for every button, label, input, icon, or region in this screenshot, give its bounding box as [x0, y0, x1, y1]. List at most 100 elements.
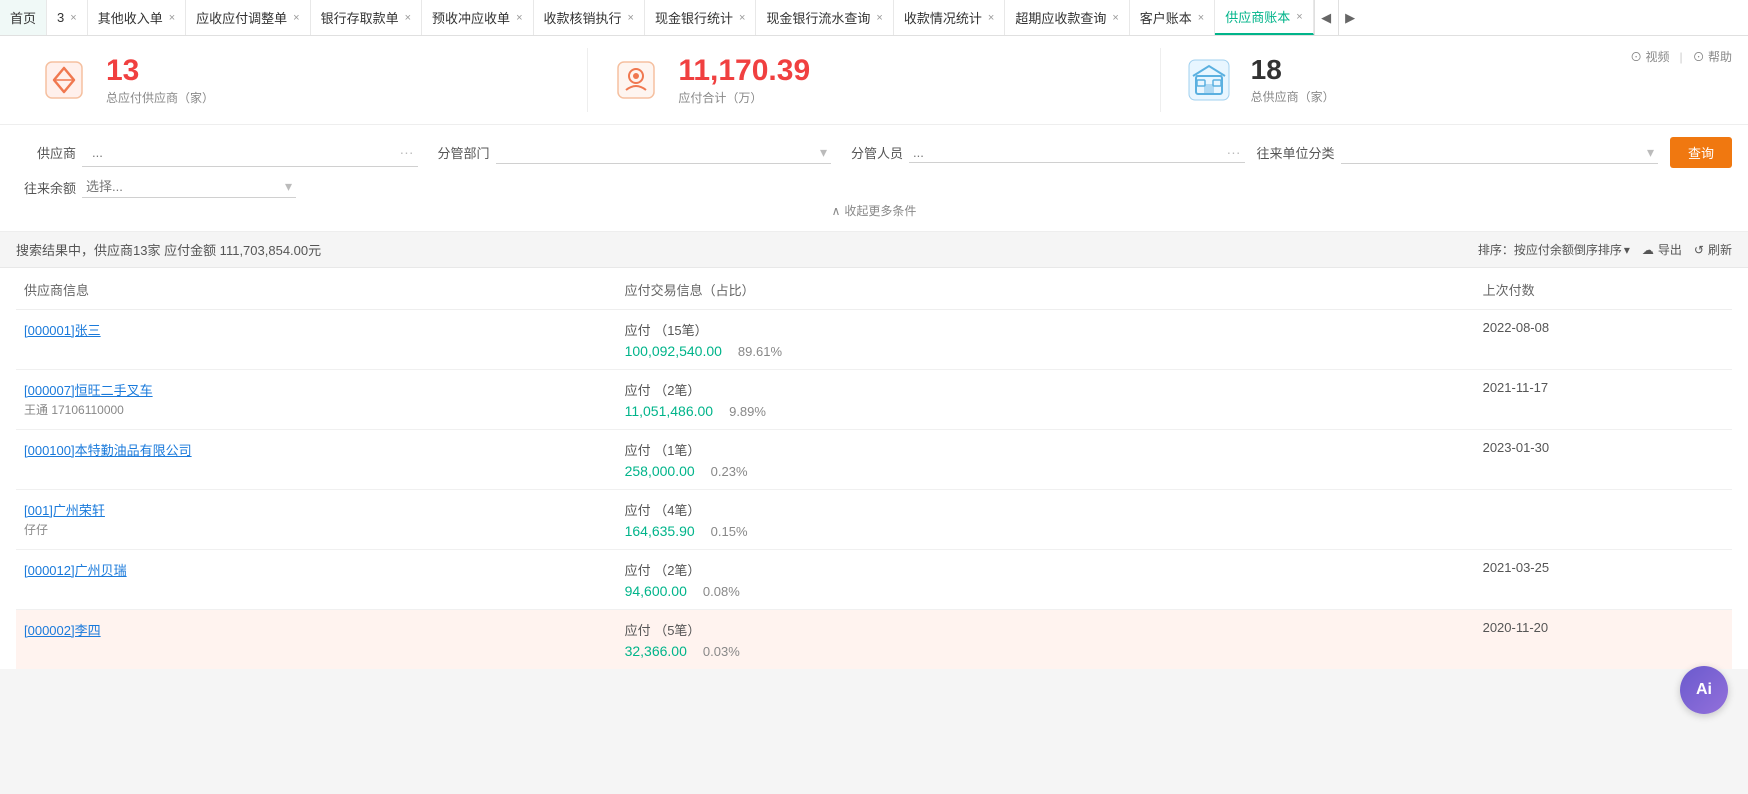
- nav-receipt-stats-label: 收款情况统计: [904, 8, 982, 27]
- chevron-down-icon-balance[interactable]: ▾: [285, 178, 292, 195]
- nav-advance-ar-label: 预收冲应收单: [432, 8, 510, 27]
- nav-item-home[interactable]: 首页: [0, 0, 47, 35]
- filter-balance-input-wrapper[interactable]: ▾: [82, 176, 296, 198]
- summary-number-payable-suppliers: 13: [106, 54, 214, 87]
- nav-item-supplier-ledger[interactable]: 供应商账本 ×: [1215, 0, 1313, 35]
- supplier-name-link-2[interactable]: [000100]本特勤油品有限公司: [24, 443, 192, 458]
- supplier-name-link-3[interactable]: [001]广州荣轩: [24, 503, 105, 518]
- nav-arrow-left[interactable]: ◀: [1314, 0, 1338, 36]
- supplier-name-link-1[interactable]: [000007]恒旺二手叉车: [24, 383, 153, 398]
- nav-advance-ar-close[interactable]: ×: [516, 12, 522, 24]
- supplier-name-link-4[interactable]: [000012]广州贝瑞: [24, 563, 127, 578]
- txn-amount-3[interactable]: 164,635.90: [625, 523, 695, 539]
- nav-item-receipt-stats[interactable]: 收款情况统计 ×: [894, 0, 1005, 35]
- supplier-name-link-0[interactable]: [000001]张三: [24, 323, 101, 338]
- filter-category-input-wrapper[interactable]: ▾: [1341, 142, 1658, 164]
- last-payment-date-1: 2021-11-17: [1483, 380, 1549, 395]
- nav-item-other-income[interactable]: 其他收入单 ×: [88, 0, 186, 35]
- nav-other-income-close[interactable]: ×: [169, 12, 175, 24]
- table-cell-supplier-0: [000001]张三: [16, 310, 617, 370]
- nav-item-customer-ledger[interactable]: 客户账本 ×: [1130, 0, 1215, 35]
- summary-icon-diamond: [36, 52, 92, 108]
- nav-tab3-label: 3: [57, 10, 64, 25]
- nav-bank-deposit-label: 银行存取款单: [321, 8, 399, 27]
- nav-receipt-stats-close[interactable]: ×: [988, 12, 994, 24]
- filter-balance-select[interactable]: [86, 179, 285, 194]
- nav-cash-stats-label: 现金银行统计: [655, 8, 733, 27]
- nav-cash-stats-close[interactable]: ×: [739, 12, 745, 24]
- refresh-link[interactable]: ↺ 刷新: [1694, 241, 1732, 258]
- table-cell-supplier-5: [000002]李四: [16, 610, 617, 670]
- nav-item-ar-ap-adj[interactable]: 应收应付调整单 ×: [186, 0, 310, 35]
- table-cell-transaction-5: 应付 （5笔）32,366.000.03%: [617, 610, 1475, 670]
- sort-label: 排序：按应付余额倒序排序: [1478, 241, 1622, 258]
- txn-count-4: 应付 （2笔）: [625, 560, 1467, 579]
- ai-button[interactable]: Ai: [1680, 666, 1728, 714]
- summary-bar: 13 总应付供应商（家） 11,170.39 应付合计（万）: [0, 36, 1748, 125]
- sort-link[interactable]: 排序：按应付余额倒序排序 ▾: [1478, 241, 1630, 258]
- search-button[interactable]: 查询: [1670, 137, 1732, 168]
- filter-person-input-wrapper[interactable]: ···: [909, 142, 1245, 163]
- collapse-label: 收起更多条件: [844, 202, 916, 219]
- th-transaction-info-label: 应付交易信息（占比）: [625, 283, 755, 298]
- filter-supplier-dots-icon[interactable]: ···: [400, 144, 414, 160]
- chevron-down-icon-category[interactable]: ▾: [1647, 144, 1654, 161]
- nav-item-receipt-verify[interactable]: 收款核销执行 ×: [534, 0, 645, 35]
- nav-item-tab3[interactable]: 3 ×: [47, 0, 88, 35]
- txn-amount-2[interactable]: 258,000.00: [625, 463, 695, 479]
- summary-help: ⊙ 视频 | ⊙ 帮助: [1630, 48, 1732, 65]
- nav-item-cash-stats[interactable]: 现金银行统计 ×: [645, 0, 756, 35]
- table-cell-date-1: 2021-11-17: [1475, 370, 1732, 430]
- nav-item-cash-flow[interactable]: 现金银行流水查询 ×: [756, 0, 893, 35]
- nav-arrow-right[interactable]: ▶: [1338, 0, 1362, 36]
- nav-ar-ap-adj-label: 应收应付调整单: [196, 8, 287, 27]
- export-link[interactable]: ☁ 导出: [1642, 241, 1682, 258]
- nav-bank-deposit-close[interactable]: ×: [405, 12, 411, 24]
- filter-category-input[interactable]: [1345, 145, 1647, 160]
- th-last-payment: 上次付数: [1475, 268, 1732, 310]
- export-icon: ☁: [1642, 243, 1654, 257]
- filter-supplier-input-wrapper[interactable]: ···: [82, 139, 418, 167]
- help-icon: ⊙: [1693, 50, 1705, 64]
- help-label: 帮助: [1708, 50, 1732, 64]
- table-cell-date-4: 2021-03-25: [1475, 550, 1732, 610]
- txn-pct-1: 9.89%: [729, 404, 766, 419]
- nav-item-bank-deposit[interactable]: 银行存取款单 ×: [311, 0, 422, 35]
- table-row: [000001]张三应付 （15笔）100,092,540.0089.61%20…: [16, 310, 1732, 370]
- filter-person-dots-icon[interactable]: ···: [1227, 144, 1241, 160]
- nav-supplier-ledger-close[interactable]: ×: [1296, 11, 1302, 23]
- filter-row-2: 往来余额 ▾: [16, 176, 1732, 198]
- nav-customer-ledger-close[interactable]: ×: [1198, 12, 1204, 24]
- filter-person-input[interactable]: [913, 145, 1227, 160]
- filter-dept-input[interactable]: [500, 145, 820, 160]
- filter-item-dept: 分管部门 ▾: [430, 142, 832, 164]
- chevron-down-icon-dept[interactable]: ▾: [820, 144, 827, 161]
- help-video-link[interactable]: ⊙ 视频: [1630, 48, 1669, 65]
- filter-supplier-input[interactable]: [86, 141, 400, 164]
- txn-pct-2: 0.23%: [711, 464, 748, 479]
- help-link[interactable]: ⊙ 帮助: [1693, 48, 1732, 65]
- txn-amount-4[interactable]: 94,600.00: [625, 583, 687, 599]
- table-cell-transaction-0: 应付 （15笔）100,092,540.0089.61%: [617, 310, 1475, 370]
- video-label: 视频: [1645, 50, 1669, 64]
- nav-receipt-verify-close[interactable]: ×: [628, 12, 634, 24]
- nav-item-advance-ar[interactable]: 预收冲应收单 ×: [422, 0, 533, 35]
- nav-tab3-close[interactable]: ×: [70, 12, 76, 24]
- txn-amount-5[interactable]: 32,366.00: [625, 643, 687, 659]
- txn-amount-0[interactable]: 100,092,540.00: [625, 343, 722, 359]
- filter-label-balance: 往来余额: [16, 178, 76, 197]
- supplier-table: 供应商信息 应付交易信息（占比） 上次付数 [000001]张三 应付 （15笔）…: [16, 268, 1732, 669]
- table-header-row: 供应商信息 应付交易信息（占比） 上次付数: [16, 268, 1732, 310]
- nav-cash-flow-close[interactable]: ×: [876, 12, 882, 24]
- nav-item-overdue-ar[interactable]: 超期应收款查询 ×: [1005, 0, 1129, 35]
- table-cell-supplier-4: [000012]广州贝瑞: [16, 550, 617, 610]
- table-cell-date-5: 2020-11-20: [1475, 610, 1732, 670]
- txn-amount-1[interactable]: 11,051,486.00: [625, 403, 714, 419]
- nav-overdue-ar-close[interactable]: ×: [1112, 12, 1118, 24]
- filter-dept-input-wrapper[interactable]: ▾: [496, 142, 832, 164]
- table-row: [000007]恒旺二手叉车王通 17106110000应付 （2笔）11,05…: [16, 370, 1732, 430]
- supplier-name-link-5[interactable]: [000002]李四: [24, 623, 101, 638]
- collapse-button[interactable]: ∧ 收起更多条件: [820, 198, 929, 223]
- nav-ar-ap-adj-close[interactable]: ×: [293, 12, 299, 24]
- th-last-payment-label: 上次付数: [1483, 283, 1535, 298]
